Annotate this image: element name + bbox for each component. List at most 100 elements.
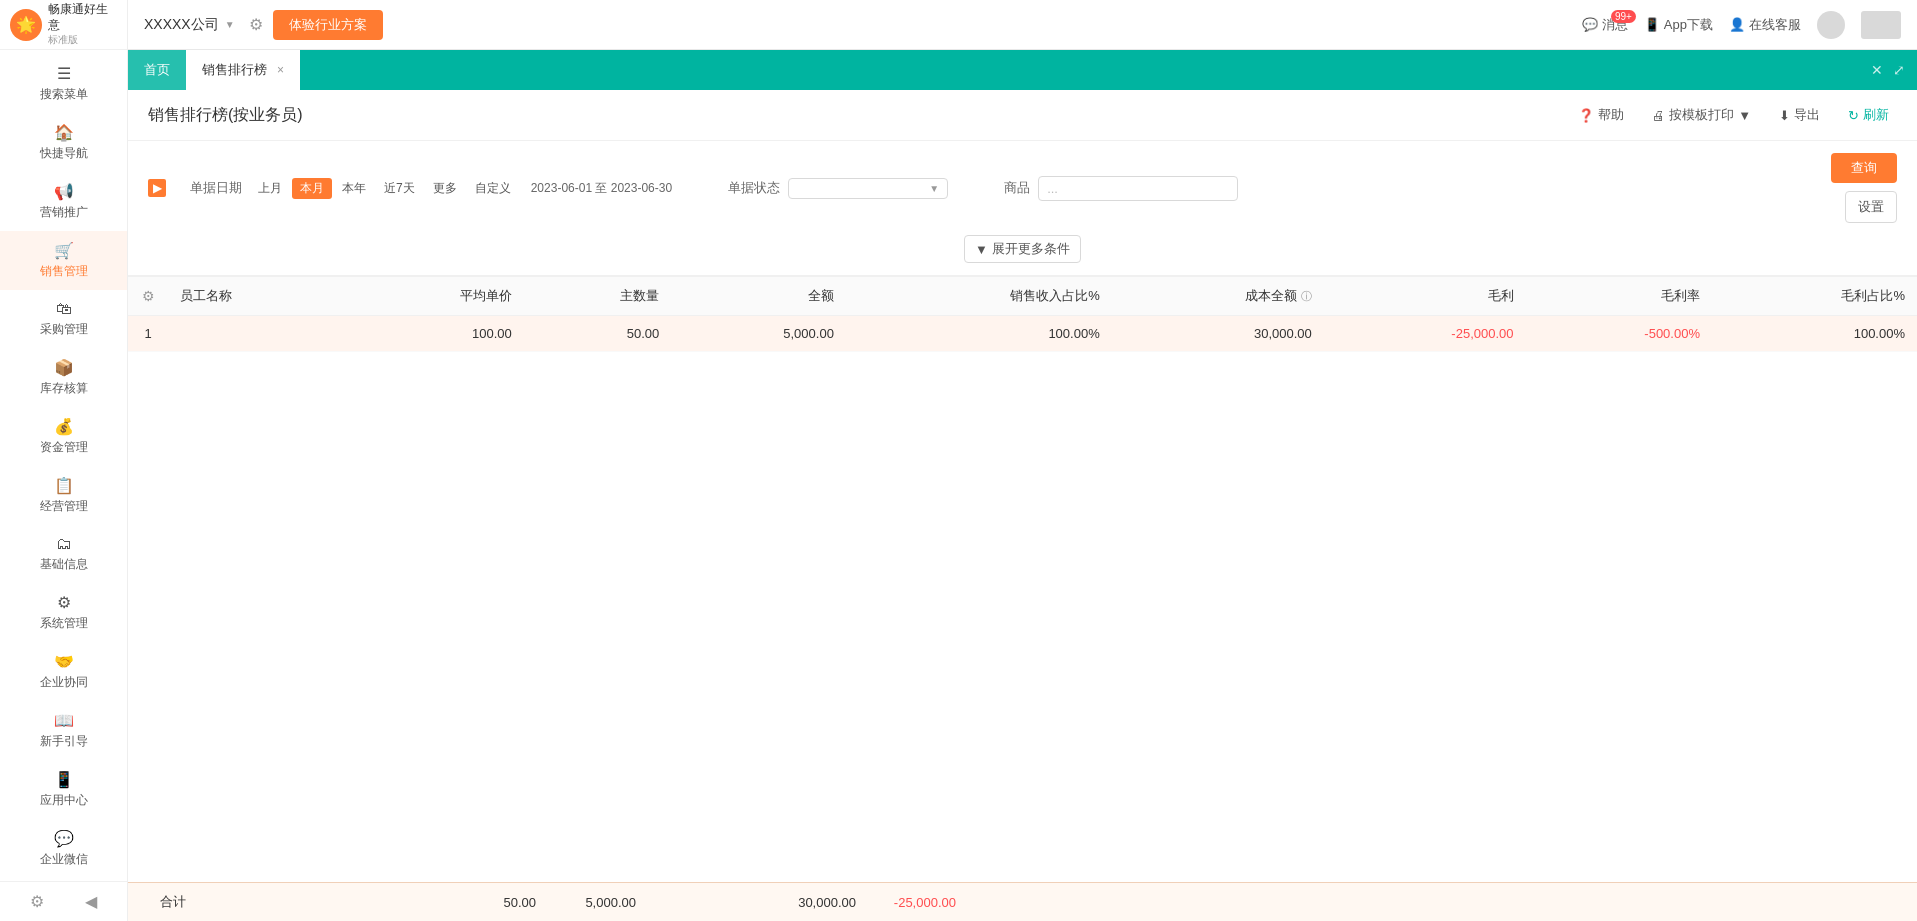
online-service-button[interactable]: 👤 在线客服 bbox=[1729, 16, 1801, 34]
trial-button[interactable]: 体验行业方案 bbox=[273, 10, 383, 40]
sidebar-item-label: 基础信息 bbox=[40, 556, 88, 573]
query-button[interactable]: 查询 bbox=[1831, 153, 1897, 183]
filter-setting-button[interactable]: 设置 bbox=[1845, 191, 1897, 223]
date-shortcut-this-year[interactable]: 本年 bbox=[334, 178, 374, 199]
tab-close-icon[interactable]: × bbox=[277, 63, 284, 77]
page-content: 销售排行榜(按业务员) ❓ 帮助 🖨 按模板打印 ▼ ⬇ 导出 ↻ 刷新 bbox=[128, 90, 1917, 921]
sidebar-item-label: 经营管理 bbox=[40, 498, 88, 515]
message-button[interactable]: 💬 消息 99+ bbox=[1582, 16, 1628, 34]
date-shortcut-more[interactable]: 更多 bbox=[425, 178, 465, 199]
sidebar-item-marketing[interactable]: 📢 营销推广 bbox=[0, 172, 127, 231]
appcenter-icon: 📱 bbox=[54, 770, 74, 789]
system-icon: ⚙ bbox=[57, 593, 71, 612]
filter-row-1: ▶ 单据日期 上月 本月 本年 近7天 更多 自定义 2023-06-01 至 … bbox=[148, 153, 1897, 223]
sidebar-collapse-button[interactable]: ◀ bbox=[85, 892, 97, 911]
expand-more-button[interactable]: ▼ 展开更多条件 bbox=[964, 235, 1081, 263]
help-button[interactable]: ❓ 帮助 bbox=[1570, 102, 1632, 128]
sidebar-item-purchase[interactable]: 🛍 采购管理 bbox=[0, 290, 127, 348]
date-label: 单据日期 bbox=[190, 179, 242, 197]
logo-tag: 标准版 bbox=[48, 33, 117, 47]
status-select-chevron: ▼ bbox=[929, 183, 939, 194]
data-table: ⚙ 员工名称 平均单价 主数量 全额 销售收入占比% 成本全额 ⓘ 毛利 毛利率… bbox=[128, 276, 1917, 352]
refresh-button[interactable]: ↻ 刷新 bbox=[1840, 102, 1897, 128]
sidebar-item-label: 新手引导 bbox=[40, 733, 88, 750]
refresh-icon: ↻ bbox=[1848, 108, 1859, 123]
cell-gross-rate: -500.00% bbox=[1526, 316, 1712, 352]
col-settings[interactable]: ⚙ bbox=[128, 277, 168, 316]
col-sales-pct: 销售收入占比% bbox=[846, 277, 1112, 316]
window-close-icon[interactable]: ✕ bbox=[1871, 62, 1883, 78]
table-header-row: ⚙ 员工名称 平均单价 主数量 全额 销售收入占比% 成本全额 ⓘ 毛利 毛利率… bbox=[128, 277, 1917, 316]
header-right: 💬 消息 99+ 📱 App下载 👤 在线客服 bbox=[1582, 11, 1901, 39]
filter-area: ▶ 单据日期 上月 本月 本年 近7天 更多 自定义 2023-06-01 至 … bbox=[128, 141, 1917, 276]
sidebar-item-basicinfo[interactable]: 🗂 基础信息 bbox=[0, 525, 127, 583]
sidebar-item-newbie[interactable]: 📖 新手引导 bbox=[0, 701, 127, 760]
home-icon: 🏠 bbox=[54, 123, 74, 142]
expand-icon: ▼ bbox=[975, 242, 988, 257]
table-footer: 合计 50.00 5,000.00 30,000.00 -25,000.00 bbox=[128, 882, 1917, 921]
newbie-icon: 📖 bbox=[54, 711, 74, 730]
window-expand-icon[interactable]: ⤢ bbox=[1893, 62, 1905, 78]
user-name-display bbox=[1861, 11, 1901, 39]
export-label: 导出 bbox=[1794, 106, 1820, 124]
filter-expand-arrow[interactable]: ▶ bbox=[148, 179, 166, 197]
sidebar-item-label: 系统管理 bbox=[40, 615, 88, 632]
tab-sales-ranking[interactable]: 销售排行榜 × bbox=[186, 50, 300, 90]
sidebar-item-appcenter[interactable]: 📱 应用中心 bbox=[0, 760, 127, 819]
cell-avg-price: 100.00 bbox=[346, 316, 524, 352]
sidebar-item-search[interactable]: ☰ 搜索菜单 bbox=[0, 54, 127, 113]
company-settings-icon[interactable]: ⚙ bbox=[249, 15, 263, 34]
sidebar: 🌟 畅康通好生意 标准版 ☰ 搜索菜单 🏠 快捷导航 📢 营销推广 🛒 销售管理… bbox=[0, 0, 128, 921]
sidebar-item-inventory[interactable]: 📦 库存核算 bbox=[0, 348, 127, 407]
date-shortcut-7days[interactable]: 近7天 bbox=[376, 178, 423, 199]
wechat-icon: 💬 bbox=[54, 829, 74, 848]
sales-icon: 🛒 bbox=[54, 241, 74, 260]
col-avg-price: 平均单价 bbox=[346, 277, 524, 316]
table-settings-icon[interactable]: ⚙ bbox=[142, 288, 155, 304]
date-shortcuts: 上月 本月 本年 近7天 更多 自定义 bbox=[250, 178, 519, 199]
col-gross: 毛利 bbox=[1324, 277, 1526, 316]
date-shortcut-last-month[interactable]: 上月 bbox=[250, 178, 290, 199]
date-shortcut-this-month[interactable]: 本月 bbox=[292, 178, 332, 199]
date-shortcut-custom[interactable]: 自定义 bbox=[467, 178, 519, 199]
status-filter: 单据状态 ▼ bbox=[728, 178, 948, 199]
sidebar-footer: ⚙ ◀ bbox=[0, 881, 127, 921]
app-download-button[interactable]: 📱 App下载 bbox=[1644, 16, 1713, 34]
cell-rank: 1 bbox=[128, 316, 168, 352]
expand-section: ▼ 展开更多条件 bbox=[148, 227, 1897, 263]
message-badge: 99+ bbox=[1611, 10, 1636, 23]
sidebar-item-enterprise-wechat[interactable]: 💬 企业微信 bbox=[0, 819, 127, 878]
sidebar-item-quicknav[interactable]: 🏠 快捷导航 bbox=[0, 113, 127, 172]
company-selector[interactable]: XXXXX公司 ▼ bbox=[144, 16, 235, 34]
cell-amount: 5,000.00 bbox=[671, 316, 846, 352]
sidebar-item-finance[interactable]: 💰 资金管理 bbox=[0, 407, 127, 466]
status-select[interactable]: ▼ bbox=[788, 178, 948, 199]
sidebar-item-enterprise-coop[interactable]: 🤝 企业协同 bbox=[0, 642, 127, 701]
sidebar-settings-button[interactable]: ⚙ bbox=[30, 892, 44, 911]
footer-amount: 5,000.00 bbox=[548, 895, 648, 910]
tab-bar: 首页 销售排行榜 × ✕ ⤢ bbox=[128, 50, 1917, 90]
tab-home[interactable]: 首页 bbox=[128, 50, 186, 90]
col-cost: 成本全额 ⓘ bbox=[1112, 277, 1324, 316]
sidebar-item-system[interactable]: ⚙ 系统管理 bbox=[0, 583, 127, 642]
export-button[interactable]: ⬇ 导出 bbox=[1771, 102, 1828, 128]
table-area: ⚙ 员工名称 平均单价 主数量 全额 销售收入占比% 成本全额 ⓘ 毛利 毛利率… bbox=[128, 276, 1917, 882]
help-label: 帮助 bbox=[1598, 106, 1624, 124]
export-icon: ⬇ bbox=[1779, 108, 1790, 123]
top-header: XXXXX公司 ▼ ⚙ 体验行业方案 💬 消息 99+ 📱 App下载 👤 在线… bbox=[128, 0, 1917, 50]
user-avatar[interactable] bbox=[1817, 11, 1845, 39]
sidebar-item-operations[interactable]: 📋 经营管理 bbox=[0, 466, 127, 525]
cell-cost: 30,000.00 bbox=[1112, 316, 1324, 352]
sidebar-item-label: 搜索菜单 bbox=[40, 86, 88, 103]
sidebar-item-label: 企业协同 bbox=[40, 674, 88, 691]
message-icon: 💬 bbox=[1582, 17, 1598, 32]
tab-right-actions: ✕ ⤢ bbox=[1859, 50, 1917, 90]
sidebar-item-sales[interactable]: 🛒 销售管理 bbox=[0, 231, 127, 290]
footer-cost: 30,000.00 bbox=[768, 895, 868, 910]
purchase-icon: 🛍 bbox=[56, 300, 72, 318]
marketing-icon: 📢 bbox=[54, 182, 74, 201]
print-button[interactable]: 🖨 按模板打印 ▼ bbox=[1644, 102, 1759, 128]
goods-input[interactable]: ... bbox=[1038, 176, 1238, 201]
sidebar-item-label: 资金管理 bbox=[40, 439, 88, 456]
service-label: 在线客服 bbox=[1749, 16, 1801, 34]
